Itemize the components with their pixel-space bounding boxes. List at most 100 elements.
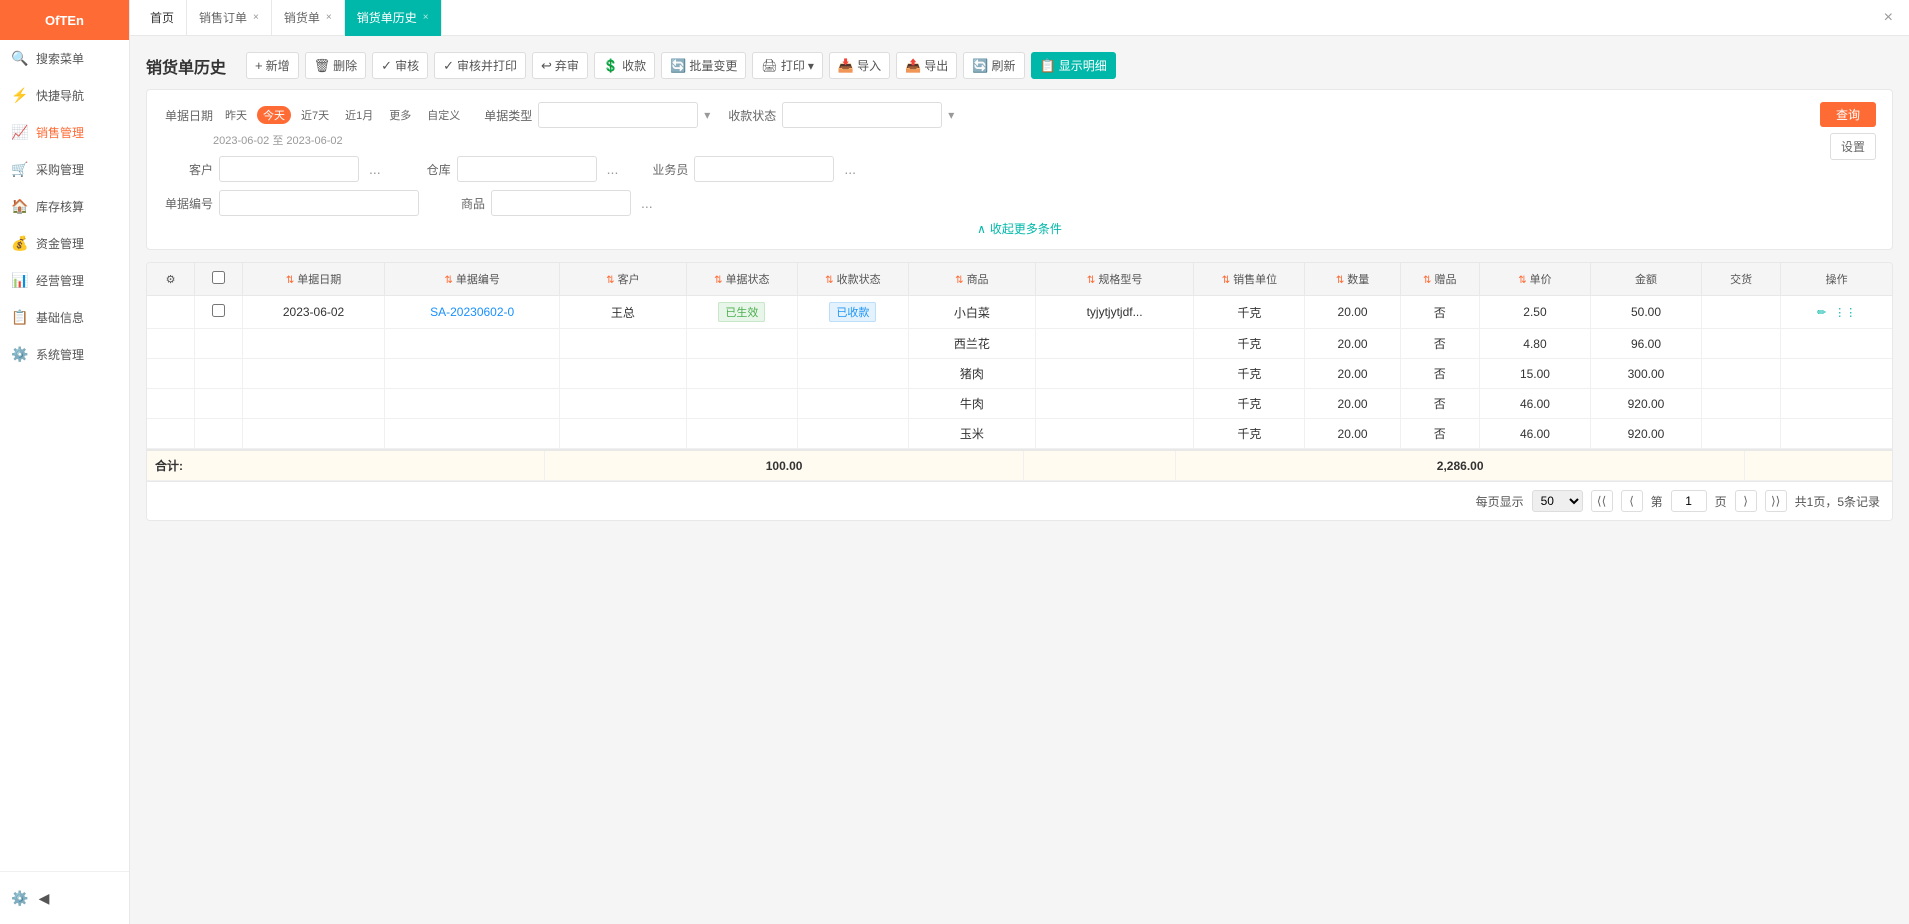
export-button[interactable]: 📤导出 [896, 52, 957, 79]
refresh-button[interactable]: 🔄刷新 [963, 52, 1024, 79]
date-btn-last7days[interactable]: 近7天 [295, 106, 335, 124]
filter-row-3: 单据编号 商品 ... [163, 190, 1776, 216]
cell-amount-4: 920.00 [1590, 419, 1701, 449]
collapse-button[interactable]: ∧ 收起更多条件 [163, 220, 1876, 237]
tab-sales-order-close[interactable]: × [253, 12, 259, 23]
sidebar-item-sales-mgmt[interactable]: 📈 销售管理 [0, 114, 129, 151]
tab-sales-history-close[interactable]: × [423, 12, 429, 23]
sidebar-item-quick-nav[interactable]: ⚡ 快捷导航 [0, 77, 129, 114]
collect-button[interactable]: 💲收款 [594, 52, 655, 79]
edit-btn-0[interactable]: ✏ [1813, 306, 1830, 320]
more-btn-0[interactable]: ⋮⋮ [1830, 306, 1860, 320]
first-page-button[interactable]: ⟨⟨ [1591, 490, 1613, 512]
th-price[interactable]: ⇅ 单价 [1479, 263, 1590, 296]
sidebar-bottom-settings[interactable]: ⚙️ ◀ [0, 880, 129, 916]
page-number-input[interactable] [1671, 490, 1707, 512]
cell-checkbox-0 [195, 296, 243, 329]
setting-button[interactable]: 设置 [1830, 133, 1876, 160]
collect-icon: 💲 [603, 58, 619, 74]
product-input[interactable] [491, 190, 631, 216]
import-button[interactable]: 📥导入 [829, 52, 890, 79]
th-customer[interactable]: ⇅ 客户 [559, 263, 686, 296]
add-button[interactable]: +新增 [246, 52, 299, 79]
batch-change-button[interactable]: 🔄批量变更 [661, 52, 746, 79]
cell-trade-3 [1702, 389, 1781, 419]
date-btn-yesterday[interactable]: 昨天 [219, 106, 253, 124]
row-checkbox-0[interactable] [212, 304, 225, 317]
warehouse-dots[interactable]: ... [603, 161, 623, 177]
last-page-button[interactable]: ⟩⟩ [1765, 490, 1787, 512]
settings-icon[interactable]: ⚙ [163, 271, 179, 287]
th-docno[interactable]: ⇅ 单据编号 [385, 263, 560, 296]
cell-date-3 [242, 389, 385, 419]
th-gift[interactable]: ⇅ 赠品 [1400, 263, 1479, 296]
tab-home[interactable]: 首页 [138, 0, 187, 36]
tab-sales-goods[interactable]: 销货单 × [272, 0, 345, 36]
prev-page-button[interactable]: ⟨ [1621, 490, 1643, 512]
delete-icon: 🗑 [314, 58, 331, 74]
cell-action-2 [1781, 359, 1892, 389]
sidebar-item-finance[interactable]: 💰 资金管理 [0, 225, 129, 262]
query-button[interactable]: 查询 [1820, 102, 1876, 127]
th-date[interactable]: ⇅ 单据日期 [242, 263, 385, 296]
cell-date-2 [242, 359, 385, 389]
date-btn-custom[interactable]: 自定义 [421, 106, 466, 124]
sidebar-item-operations[interactable]: 📊 经营管理 [0, 262, 129, 299]
print-button[interactable]: 🖨打印 ▾ [752, 52, 823, 79]
cell-spec-1 [1035, 329, 1194, 359]
customer-dots[interactable]: ... [365, 161, 385, 177]
payment-status-select[interactable] [782, 102, 942, 128]
th-spec[interactable]: ⇅ 规格型号 [1035, 263, 1194, 296]
sort-icon: ⇅ [606, 275, 614, 286]
cell-docstatus-3 [686, 389, 797, 419]
tab-sales-order[interactable]: 销售订单 × [187, 0, 272, 36]
tab-close-all-button[interactable]: × [1876, 9, 1901, 27]
cell-gift-4: 否 [1400, 419, 1479, 449]
sidebar-item-basic-info[interactable]: 📋 基础信息 [0, 299, 129, 336]
select-all-checkbox[interactable] [212, 271, 225, 284]
cell-gift-3: 否 [1400, 389, 1479, 419]
filter-salesperson: 业务员 ... [638, 156, 860, 182]
cell-qty-4: 20.00 [1305, 419, 1400, 449]
print-dropdown-icon: ▾ [808, 59, 814, 73]
tab-sales-goods-close[interactable]: × [326, 12, 332, 23]
customer-input[interactable] [219, 156, 359, 182]
abandon-button[interactable]: ↩弃审 [532, 52, 588, 79]
doctype-select[interactable] [538, 102, 698, 128]
warehouse-input[interactable] [457, 156, 597, 182]
sidebar-item-purchase-mgmt[interactable]: 🛒 采购管理 [0, 151, 129, 188]
date-range-display: 2023-06-02 至 2023-06-02 [213, 132, 343, 148]
audit-print-button[interactable]: ✓审核并打印 [434, 52, 526, 79]
sidebar-item-inventory[interactable]: 🏠 库存核算 [0, 188, 129, 225]
product-dots[interactable]: ... [637, 195, 657, 211]
per-page-select[interactable]: 50 20 100 [1532, 490, 1583, 512]
show-detail-button[interactable]: 📋显示明细 [1031, 52, 1116, 79]
sidebar: OfTEn 🔍 搜索菜单 ⚡ 快捷导航 📈 销售管理 🛒 采购管理 🏠 库存核算… [0, 0, 130, 924]
sort-icon: ⇅ [955, 275, 963, 286]
audit-button[interactable]: ✓审核 [372, 52, 428, 79]
cell-checkbox-1 [195, 329, 243, 359]
sidebar-item-search-menu[interactable]: 🔍 搜索菜单 [0, 40, 129, 77]
delete-button[interactable]: 🗑删除 [305, 52, 367, 79]
sidebar-item-system-mgmt[interactable]: ⚙️ 系统管理 [0, 336, 129, 373]
date-btn-today[interactable]: 今天 [257, 106, 291, 124]
docno-input[interactable] [219, 190, 419, 216]
product-label: 商品 [435, 195, 485, 212]
summary-total-qty: 100.00 [766, 459, 803, 473]
quick-nav-icon: ⚡ [12, 88, 28, 104]
sort-icon: ⇅ [1222, 275, 1230, 286]
th-product[interactable]: ⇅ 商品 [908, 263, 1035, 296]
th-qty[interactable]: ⇅ 数量 [1305, 263, 1400, 296]
per-page-label: 每页显示 [1476, 493, 1524, 510]
cell-docno-4 [385, 419, 560, 449]
th-docstatus[interactable]: ⇅ 单据状态 [686, 263, 797, 296]
date-btn-last1month[interactable]: 近1月 [339, 106, 379, 124]
salesperson-dots[interactable]: ... [840, 161, 860, 177]
pagination: 每页显示 50 20 100 ⟨⟨ ⟨ 第 页 ⟩ ⟩⟩ 共1页，5条记录 [147, 481, 1892, 520]
th-paystatus[interactable]: ⇅ 收款状态 [797, 263, 908, 296]
salesperson-input[interactable] [694, 156, 834, 182]
date-btn-more[interactable]: 更多 [383, 106, 417, 124]
th-unit[interactable]: ⇅ 销售单位 [1194, 263, 1305, 296]
next-page-button[interactable]: ⟩ [1735, 490, 1757, 512]
tab-sales-history[interactable]: 销货单历史 × [345, 0, 442, 36]
